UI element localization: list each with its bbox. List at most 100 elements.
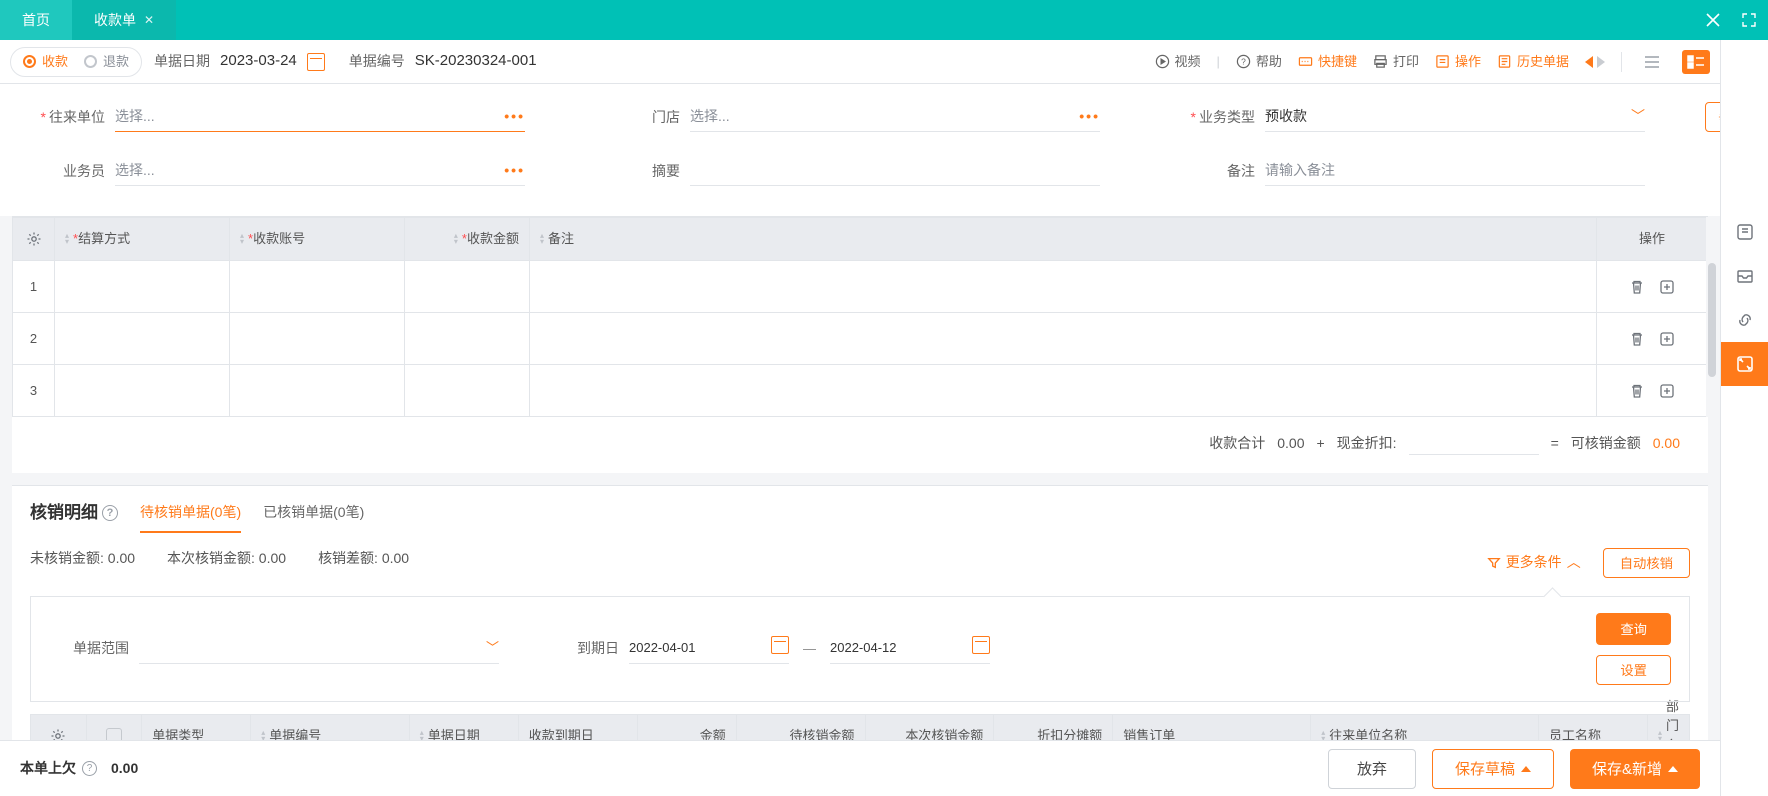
settlement-table: *结算方式 *收款账号 *收款金额 备注 操作 1 2 3 <box>12 216 1708 417</box>
col-settle[interactable]: *结算方式 <box>55 218 230 260</box>
col-amount[interactable]: *收款金额 <box>405 218 530 260</box>
ellipsis-icon[interactable]: ••• <box>504 106 525 127</box>
svg-text:?: ? <box>1241 56 1246 66</box>
salesman-input[interactable]: 选择...••• <box>115 156 525 186</box>
tab-pending[interactable]: 待核销单据(0笔) <box>140 502 241 523</box>
doc-date-value[interactable]: 2023-03-24 <box>220 50 297 73</box>
discount-input[interactable] <box>1409 431 1539 455</box>
add-row-icon[interactable] <box>1659 383 1675 399</box>
rail-link-icon[interactable] <box>1721 298 1768 342</box>
table-row[interactable]: 1 <box>12 261 1708 313</box>
remark-input[interactable]: 请输入备注 <box>1265 156 1645 186</box>
link-print-label: 打印 <box>1393 52 1419 72</box>
stat-diff: 核销差额: 0.00 <box>318 548 409 578</box>
sort-icon <box>454 233 458 245</box>
doc-date: 单据日期 2023-03-24 <box>154 50 325 73</box>
date-to-input[interactable]: 2022-04-12 <box>830 634 990 664</box>
calendar-icon[interactable] <box>771 636 789 660</box>
stat-this: 本次核销金额: 0.00 <box>167 548 286 578</box>
link-help[interactable]: ?帮助 <box>1236 52 1282 72</box>
vendor-input[interactable]: 选择...••• <box>115 102 525 132</box>
sort-icon <box>540 233 544 245</box>
table-row[interactable]: 3 <box>12 365 1708 417</box>
ellipsis-icon[interactable]: ••• <box>504 160 525 181</box>
add-row-icon[interactable] <box>1659 331 1675 347</box>
prev-doc-icon[interactable] <box>1585 56 1593 68</box>
store-placeholder: 选择... <box>690 106 730 127</box>
save-draft-button[interactable]: 保存草稿 <box>1432 749 1554 789</box>
radio-refund-label: 退款 <box>103 52 129 72</box>
add-row-icon[interactable] <box>1659 279 1675 295</box>
scroll-thumb[interactable] <box>1708 263 1716 377</box>
summary-label: 摘要 <box>585 161 690 182</box>
discount-label: 现金折扣: <box>1337 433 1397 454</box>
doc-no-value: SK-20230324-001 <box>415 50 537 73</box>
tab-home-label: 首页 <box>22 10 50 31</box>
summary-input[interactable] <box>690 156 1100 186</box>
help-icon[interactable]: ? <box>102 505 118 521</box>
link-history-label: 历史单据 <box>1517 52 1569 72</box>
remark-label: 备注 <box>1160 161 1265 182</box>
tab-receipt[interactable]: 收款单 ✕ <box>72 0 176 40</box>
calendar-icon[interactable] <box>972 636 990 660</box>
link-video[interactable]: 视频 <box>1155 52 1201 72</box>
doc-date-label: 单据日期 <box>154 51 210 72</box>
date-from-input[interactable]: 2022-04-01 <box>629 634 789 664</box>
separator <box>1621 52 1622 72</box>
close-icon[interactable]: ✕ <box>144 11 154 29</box>
caret-up-icon <box>1521 766 1531 772</box>
query-button[interactable]: 查询 <box>1596 613 1671 645</box>
sub-toolbar: 收款 退款 单据日期 2023-03-24 单据编号 SK-20230324-0… <box>0 40 1720 84</box>
prev-balance-label: 本单上欠 <box>20 758 76 779</box>
writeoff-value: 0.00 <box>1653 433 1680 454</box>
plus-sign: + <box>1316 433 1324 454</box>
rail-note-icon[interactable] <box>1721 210 1768 254</box>
chevron-down-icon[interactable]: ﹀ <box>1631 106 1645 127</box>
help-icon[interactable]: ? <box>82 761 97 776</box>
delete-row-icon[interactable] <box>1629 331 1645 347</box>
filter-settings-button[interactable]: 设置 <box>1596 655 1671 685</box>
rail-inbox-icon[interactable] <box>1721 254 1768 298</box>
discard-button[interactable]: 放弃 <box>1328 749 1416 789</box>
sort-icon <box>65 233 69 245</box>
doc-no: 单据编号 SK-20230324-001 <box>349 50 537 73</box>
radio-receive[interactable]: 收款 <box>23 52 68 72</box>
link-history[interactable]: 历史单据 <box>1497 52 1569 72</box>
calendar-icon[interactable] <box>307 53 325 71</box>
totals-row: 收款合计 0.00 + 现金折扣: = 可核销金额 0.00 <box>12 417 1708 473</box>
store-input[interactable]: 选择... ••• <box>690 102 1100 132</box>
col-account[interactable]: *收款账号 <box>230 218 405 260</box>
salesman-label: 业务员 <box>10 161 115 182</box>
radio-receive-label: 收款 <box>42 52 68 72</box>
view-list-icon[interactable] <box>1638 50 1666 74</box>
rail-expand-icon[interactable] <box>1721 342 1768 386</box>
next-doc-icon[interactable] <box>1597 56 1605 68</box>
link-shortcut[interactable]: 快捷键 <box>1298 52 1357 72</box>
tab-done[interactable]: 已核销单据(0笔) <box>263 502 364 523</box>
delete-row-icon[interactable] <box>1629 279 1645 295</box>
auto-writeoff-button[interactable]: 自动核销 <box>1603 548 1690 578</box>
ellipsis-icon[interactable]: ••• <box>1079 106 1100 127</box>
caret-up-icon <box>1668 766 1678 772</box>
vertical-scrollbar[interactable] <box>1706 217 1718 417</box>
save-new-button[interactable]: 保存&新增 <box>1570 749 1700 789</box>
fullscreen-icon[interactable] <box>1736 7 1762 33</box>
col-remark[interactable]: 备注 <box>530 218 1597 260</box>
link-print[interactable]: 打印 <box>1373 52 1419 72</box>
radio-refund[interactable]: 退款 <box>84 52 129 72</box>
table-row[interactable]: 2 <box>12 313 1708 365</box>
writeoff-section: 核销明细? 待核销单据(0笔) 已核销单据(0笔) 未核销金额: 0.00 本次… <box>12 485 1708 758</box>
form-area: 往来单位 选择...••• 门店 选择...••• 业务类型 预收款﹀ 设置 业… <box>0 84 1720 216</box>
range-select[interactable]: ﹀ <box>139 634 499 664</box>
link-ops[interactable]: 操作 <box>1435 52 1481 72</box>
tab-home[interactable]: 首页 <box>0 0 72 40</box>
more-conditions[interactable]: 更多条件 ︿ <box>1487 552 1581 573</box>
sum-value: 0.00 <box>1277 433 1304 454</box>
chevron-down-icon[interactable]: ﹀ <box>486 638 499 658</box>
delete-row-icon[interactable] <box>1629 383 1645 399</box>
window-close-icon[interactable] <box>1700 7 1726 33</box>
view-detail-icon[interactable] <box>1682 50 1710 74</box>
table-header: *结算方式 *收款账号 *收款金额 备注 操作 <box>12 217 1708 261</box>
col-settings[interactable] <box>13 218 55 260</box>
btype-select[interactable]: 预收款﹀ <box>1265 102 1645 132</box>
